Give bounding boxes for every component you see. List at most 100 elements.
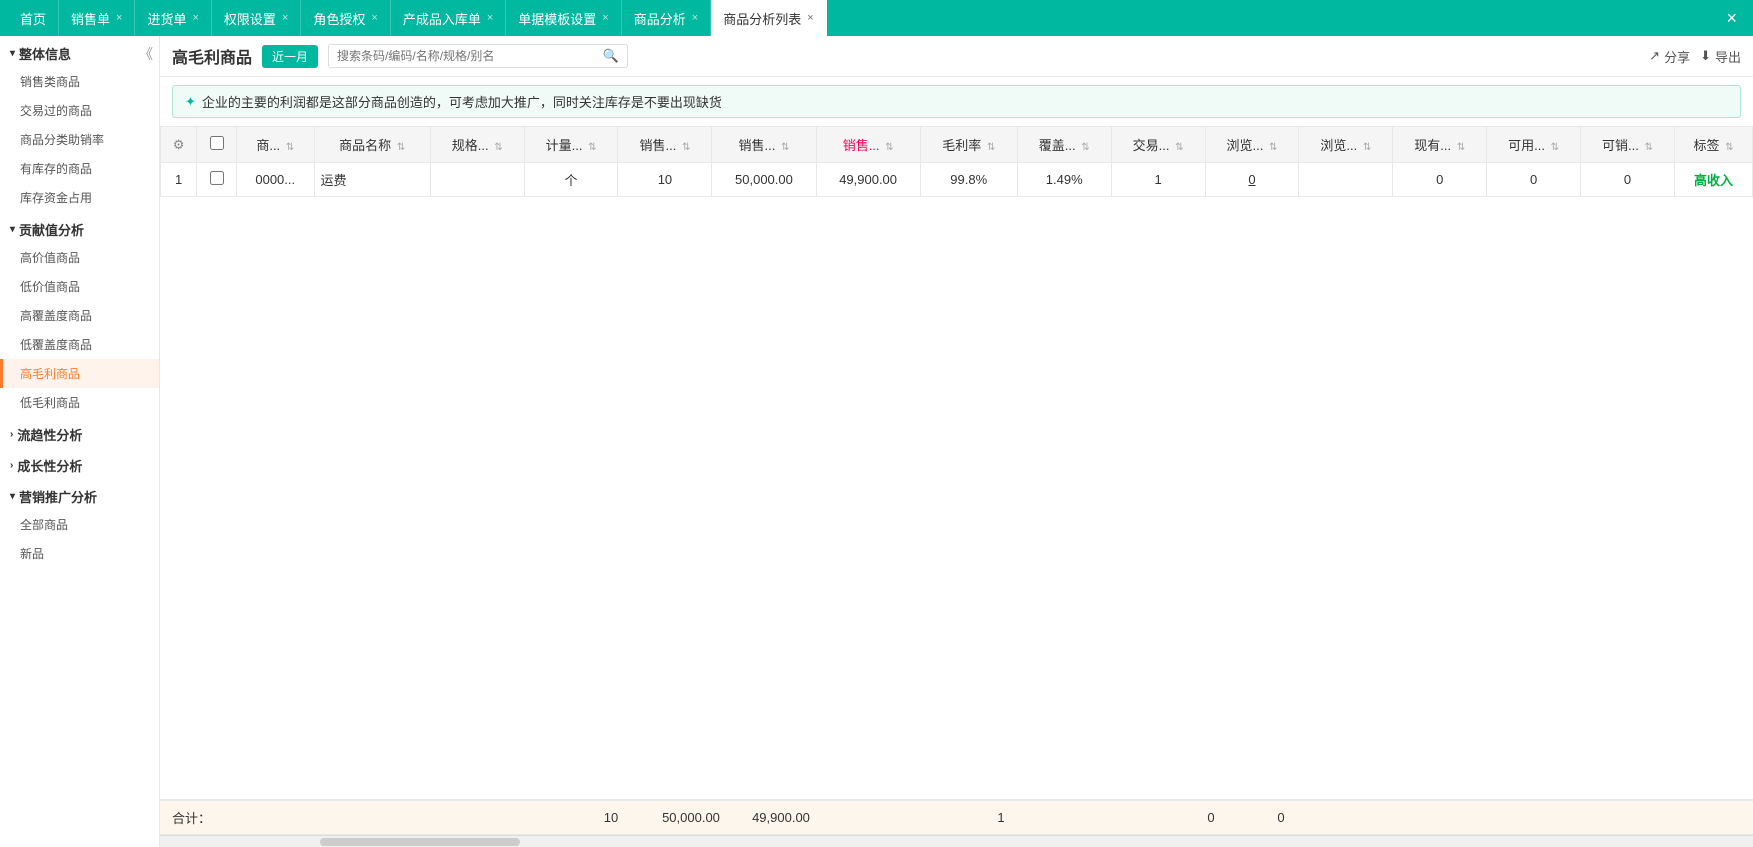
footer-transaction: 1 [966,810,1036,825]
close-tab-purchase-order[interactable]: × [192,12,198,24]
footer-sale-profit: 49,900.00 [736,810,826,825]
col-sale-profit[interactable]: 销售... ⇅ [816,127,920,163]
col-current-stock[interactable]: 现有... ⇅ [1393,127,1487,163]
close-all-button[interactable]: × [1718,8,1745,29]
row-available-stock: 0 [1487,163,1581,197]
col-view2[interactable]: 浏览... ⇅ [1299,127,1393,163]
scrollbar-thumb[interactable] [320,838,520,846]
col-available-stock[interactable]: 可用... ⇅ [1487,127,1581,163]
col-checkbox[interactable] [197,127,237,163]
tab-product-analysis[interactable]: 商品分析 × [622,0,711,36]
info-banner: ✦ 企业的主要的利润都是这部分商品创造的，可考虑加大推广，同时关注库存是不要出现… [172,85,1741,118]
table-row: 1 0000... 运费 个 10 50,000.00 49,900.00 99… [161,163,1753,197]
sidebar-item-high-margin[interactable]: 高毛利商品 [0,359,159,388]
sidebar-group-contribution[interactable]: ▾ 贡献值分析 [0,212,159,243]
sidebar-group-marketing[interactable]: ▾ 营销推广分析 [0,479,159,510]
sidebar-item-low-coverage[interactable]: 低覆盖度商品 [0,330,159,359]
tab-template-settings[interactable]: 单据模板设置 × [506,0,621,36]
sidebar-item-low-margin[interactable]: 低毛利商品 [0,388,159,417]
row-checkbox[interactable] [197,163,237,197]
col-code[interactable]: 商... ⇅ [236,127,314,163]
close-tab-role-auth[interactable]: × [371,12,377,24]
col-coverage[interactable]: 覆盖... ⇅ [1017,127,1111,163]
footer-label: 合计： [166,808,226,827]
content-header: 高毛利商品 近一月 🔍 ↗ 分享 ⬇ 导出 [160,36,1753,77]
close-tab-product-inbound[interactable]: × [487,12,493,24]
sidebar-item-stock-capital[interactable]: 库存资金占用 [0,183,159,212]
row-code: 0000... [236,163,314,197]
sidebar-item-sales-goods[interactable]: 销售类商品 [0,67,159,96]
row-sale-profit: 49,900.00 [816,163,920,197]
sidebar-group-overall[interactable]: ▾ 整体信息 [0,36,159,67]
share-button[interactable]: ↗ 分享 [1649,47,1690,66]
content-area: 高毛利商品 近一月 🔍 ↗ 分享 ⬇ 导出 ✦ 企业的主要的利润都是这部分商品创… [160,36,1753,847]
horizontal-scrollbar[interactable] [160,835,1753,847]
col-tag[interactable]: 标签 ⇅ [1674,127,1752,163]
row-name: 运费 [314,163,430,197]
export-icon: ⬇ [1700,48,1711,64]
row-sale-amount: 50,000.00 [712,163,816,197]
col-sale-qty[interactable]: 销售... ⇅ [618,127,712,163]
col-gross-margin[interactable]: 毛利率 ⇅ [920,127,1017,163]
sidebar-group-growth[interactable]: › 成长性分析 [0,448,159,479]
close-tab-product-analysis[interactable]: × [692,12,698,24]
sidebar-item-category-rate[interactable]: 商品分类助销率 [0,125,159,154]
tab-permission-settings[interactable]: 权限设置 × [212,0,301,36]
col-spec[interactable]: 规格... ⇅ [430,127,524,163]
col-name[interactable]: 商品名称 ⇅ [314,127,430,163]
row-transaction: 1 [1111,163,1205,197]
col-view1[interactable]: 浏览... ⇅ [1205,127,1299,163]
footer-available-stock: 0 [1246,810,1316,825]
settings-icon[interactable]: ⚙ [173,137,185,152]
header-actions: ↗ 分享 ⬇ 导出 [1649,47,1741,66]
col-sale-amount[interactable]: 销售... ⇅ [712,127,816,163]
row-unit: 个 [524,163,618,197]
col-transaction[interactable]: 交易... ⇅ [1111,127,1205,163]
row-view1[interactable]: 0 [1205,163,1299,197]
sidebar-item-high-value[interactable]: 高价值商品 [0,243,159,272]
arrow-contribution-icon: ▾ [10,224,15,235]
close-tab-template-settings[interactable]: × [602,12,608,24]
arrow-overall-icon: ▾ [10,48,15,59]
search-input[interactable] [337,49,603,63]
sidebar-item-low-value[interactable]: 低价值商品 [0,272,159,301]
tab-home[interactable]: 首页 [8,0,59,36]
select-all-checkbox[interactable] [210,136,224,150]
date-filter-button[interactable]: 近一月 [262,45,318,68]
row-index: 1 [161,163,197,197]
row-tag: 高收入 [1674,163,1752,197]
footer-sale-amount: 50,000.00 [646,810,736,825]
arrow-trend-icon: › [10,429,13,440]
col-sellable-stock[interactable]: 可销... ⇅ [1581,127,1675,163]
row-coverage: 1.49% [1017,163,1111,197]
row-sale-qty: 10 [618,163,712,197]
tab-sales-order[interactable]: 销售单 × [59,0,135,36]
sidebar: 《 ▾ 整体信息 销售类商品 交易过的商品 商品分类助销率 有库存的商品 库存资… [0,36,160,847]
tab-product-analysis-list[interactable]: 商品分析列表 × [711,0,826,36]
export-button[interactable]: ⬇ 导出 [1700,47,1741,66]
close-tab-permission-settings[interactable]: × [282,12,288,24]
close-tab-product-analysis-list[interactable]: × [807,12,813,24]
info-icon: ✦ [185,94,196,110]
tab-product-inbound[interactable]: 产成品入库单 × [391,0,506,36]
col-unit[interactable]: 计量... ⇅ [524,127,618,163]
data-table: ⚙ 商... ⇅ 商品名称 ⇅ 规格... ⇅ 计量... ⇅ 销售... ⇅ … [160,126,1753,197]
row-gross-margin: 99.8% [920,163,1017,197]
row-sellable-stock: 0 [1581,163,1675,197]
col-settings[interactable]: ⚙ [161,127,197,163]
close-tab-sales-order[interactable]: × [116,12,122,24]
sidebar-collapse-button[interactable]: 《 [139,44,153,64]
sidebar-group-trend[interactable]: › 流趋性分析 [0,417,159,448]
share-icon: ↗ [1649,48,1660,64]
sidebar-item-traded-goods[interactable]: 交易过的商品 [0,96,159,125]
sidebar-item-in-stock-goods[interactable]: 有库存的商品 [0,154,159,183]
sidebar-item-all-goods[interactable]: 全部商品 [0,510,159,539]
tab-purchase-order[interactable]: 进货单 × [135,0,211,36]
sidebar-item-new-goods[interactable]: 新品 [0,539,159,568]
tab-role-auth[interactable]: 角色授权 × [301,0,390,36]
row-current-stock: 0 [1393,163,1487,197]
sidebar-item-high-coverage[interactable]: 高覆盖度商品 [0,301,159,330]
main-layout: 《 ▾ 整体信息 销售类商品 交易过的商品 商品分类助销率 有库存的商品 库存资… [0,36,1753,847]
search-icon[interactable]: 🔍 [603,48,619,64]
arrow-marketing-icon: ▾ [10,491,15,502]
